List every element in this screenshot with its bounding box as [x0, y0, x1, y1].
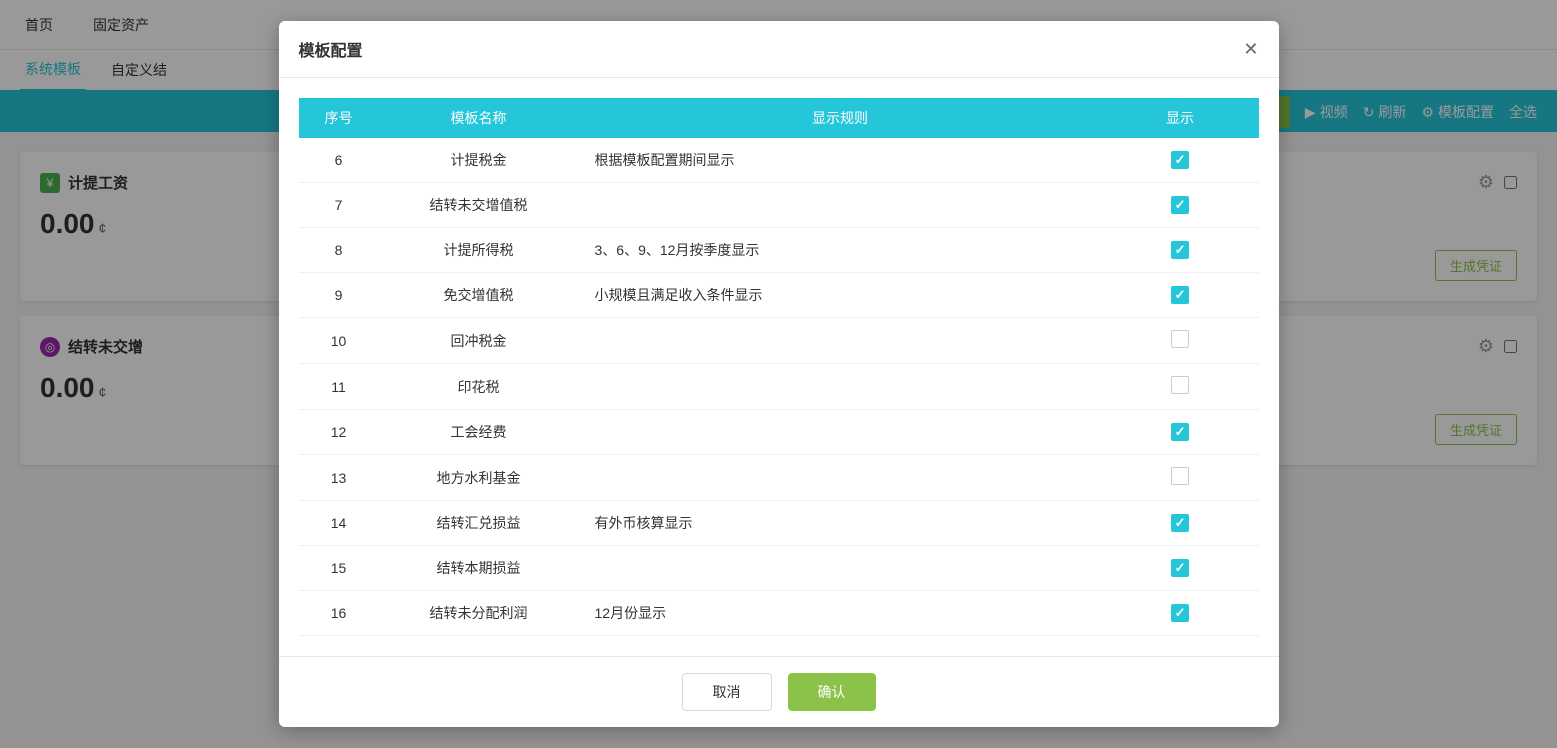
cell-name: 印花税 [379, 364, 579, 410]
modal-close-button[interactable]: ✕ [1243, 40, 1258, 58]
table-row: 8 计提所得税 3、6、9、12月按季度显示 [299, 228, 1259, 273]
cell-name: 工会经费 [379, 410, 579, 455]
cell-show [1102, 455, 1259, 501]
cell-name: 结转汇兑损益 [379, 501, 579, 546]
col-header-index: 序号 [299, 98, 379, 138]
cell-index: 16 [299, 591, 379, 636]
cell-show [1102, 546, 1259, 591]
cell-rule [579, 410, 1102, 455]
modal-title: 模板配置 [299, 37, 363, 61]
cell-name: 回冲税金 [379, 318, 579, 364]
cell-show [1102, 501, 1259, 546]
cell-index: 8 [299, 228, 379, 273]
table-row: 9 免交增值税 小规模且满足收入条件显示 [299, 273, 1259, 318]
cell-name: 计提所得税 [379, 228, 579, 273]
checkbox-unchecked[interactable] [1171, 467, 1189, 485]
cell-rule: 12月份显示 [579, 591, 1102, 636]
cell-name: 结转本期损益 [379, 546, 579, 591]
checkbox-checked[interactable] [1171, 286, 1189, 304]
table-row: 13 地方水利基金 [299, 455, 1259, 501]
cell-show [1102, 591, 1259, 636]
checkbox-unchecked[interactable] [1171, 330, 1189, 348]
modal-header: 模板配置 ✕ [279, 21, 1279, 78]
cell-rule: 3、6、9、12月按季度显示 [579, 228, 1102, 273]
checkbox-checked[interactable] [1171, 604, 1189, 622]
table-row: 10 回冲税金 [299, 318, 1259, 364]
cell-show [1102, 228, 1259, 273]
checkbox-checked[interactable] [1171, 423, 1189, 441]
cell-show [1102, 318, 1259, 364]
table-row: 16 结转未分配利润 12月份显示 [299, 591, 1259, 636]
cell-name: 结转未分配利润 [379, 591, 579, 636]
cell-index: 11 [299, 364, 379, 410]
cell-show [1102, 410, 1259, 455]
cell-rule: 小规模且满足收入条件显示 [579, 273, 1102, 318]
modal-footer: 取消 确认 [279, 656, 1279, 727]
cell-show [1102, 138, 1259, 183]
checkbox-checked[interactable] [1171, 196, 1189, 214]
cell-index: 6 [299, 138, 379, 183]
table-row: 14 结转汇兑损益 有外币核算显示 [299, 501, 1259, 546]
cancel-button[interactable]: 取消 [682, 673, 772, 711]
cell-name: 结转未交增值税 [379, 183, 579, 228]
cell-index: 10 [299, 318, 379, 364]
cell-name: 地方水利基金 [379, 455, 579, 501]
cell-rule [579, 546, 1102, 591]
cell-rule [579, 455, 1102, 501]
table-row: 6 计提税金 根据模板配置期间显示 [299, 138, 1259, 183]
cell-show [1102, 273, 1259, 318]
checkbox-checked[interactable] [1171, 151, 1189, 169]
table-row: 7 结转未交增值税 [299, 183, 1259, 228]
cell-show [1102, 183, 1259, 228]
cell-rule [579, 318, 1102, 364]
cell-rule: 根据模板配置期间显示 [579, 138, 1102, 183]
col-header-rule: 显示规则 [579, 98, 1102, 138]
cell-rule [579, 183, 1102, 228]
checkbox-checked[interactable] [1171, 241, 1189, 259]
modal-template-config: 模板配置 ✕ 序号 模板名称 显示规则 显示 6 计提税金 根据模板配置期间显示 [279, 21, 1279, 727]
cell-rule: 有外币核算显示 [579, 501, 1102, 546]
modal-body: 序号 模板名称 显示规则 显示 6 计提税金 根据模板配置期间显示 7 结转未交… [279, 78, 1279, 656]
config-table: 序号 模板名称 显示规则 显示 6 计提税金 根据模板配置期间显示 7 结转未交… [299, 98, 1259, 636]
col-header-show: 显示 [1102, 98, 1259, 138]
cell-name: 计提税金 [379, 138, 579, 183]
cell-index: 14 [299, 501, 379, 546]
cell-name: 免交增值税 [379, 273, 579, 318]
cell-index: 15 [299, 546, 379, 591]
confirm-button[interactable]: 确认 [788, 673, 876, 711]
cell-show [1102, 364, 1259, 410]
col-header-name: 模板名称 [379, 98, 579, 138]
table-row: 12 工会经费 [299, 410, 1259, 455]
cell-index: 13 [299, 455, 379, 501]
table-row: 11 印花税 [299, 364, 1259, 410]
cell-index: 12 [299, 410, 379, 455]
cell-index: 9 [299, 273, 379, 318]
checkbox-unchecked[interactable] [1171, 376, 1189, 394]
checkbox-checked[interactable] [1171, 559, 1189, 577]
overlay: 模板配置 ✕ 序号 模板名称 显示规则 显示 6 计提税金 根据模板配置期间显示 [0, 0, 1557, 748]
cell-rule [579, 364, 1102, 410]
cell-index: 7 [299, 183, 379, 228]
checkbox-checked[interactable] [1171, 514, 1189, 532]
table-row: 15 结转本期损益 [299, 546, 1259, 591]
